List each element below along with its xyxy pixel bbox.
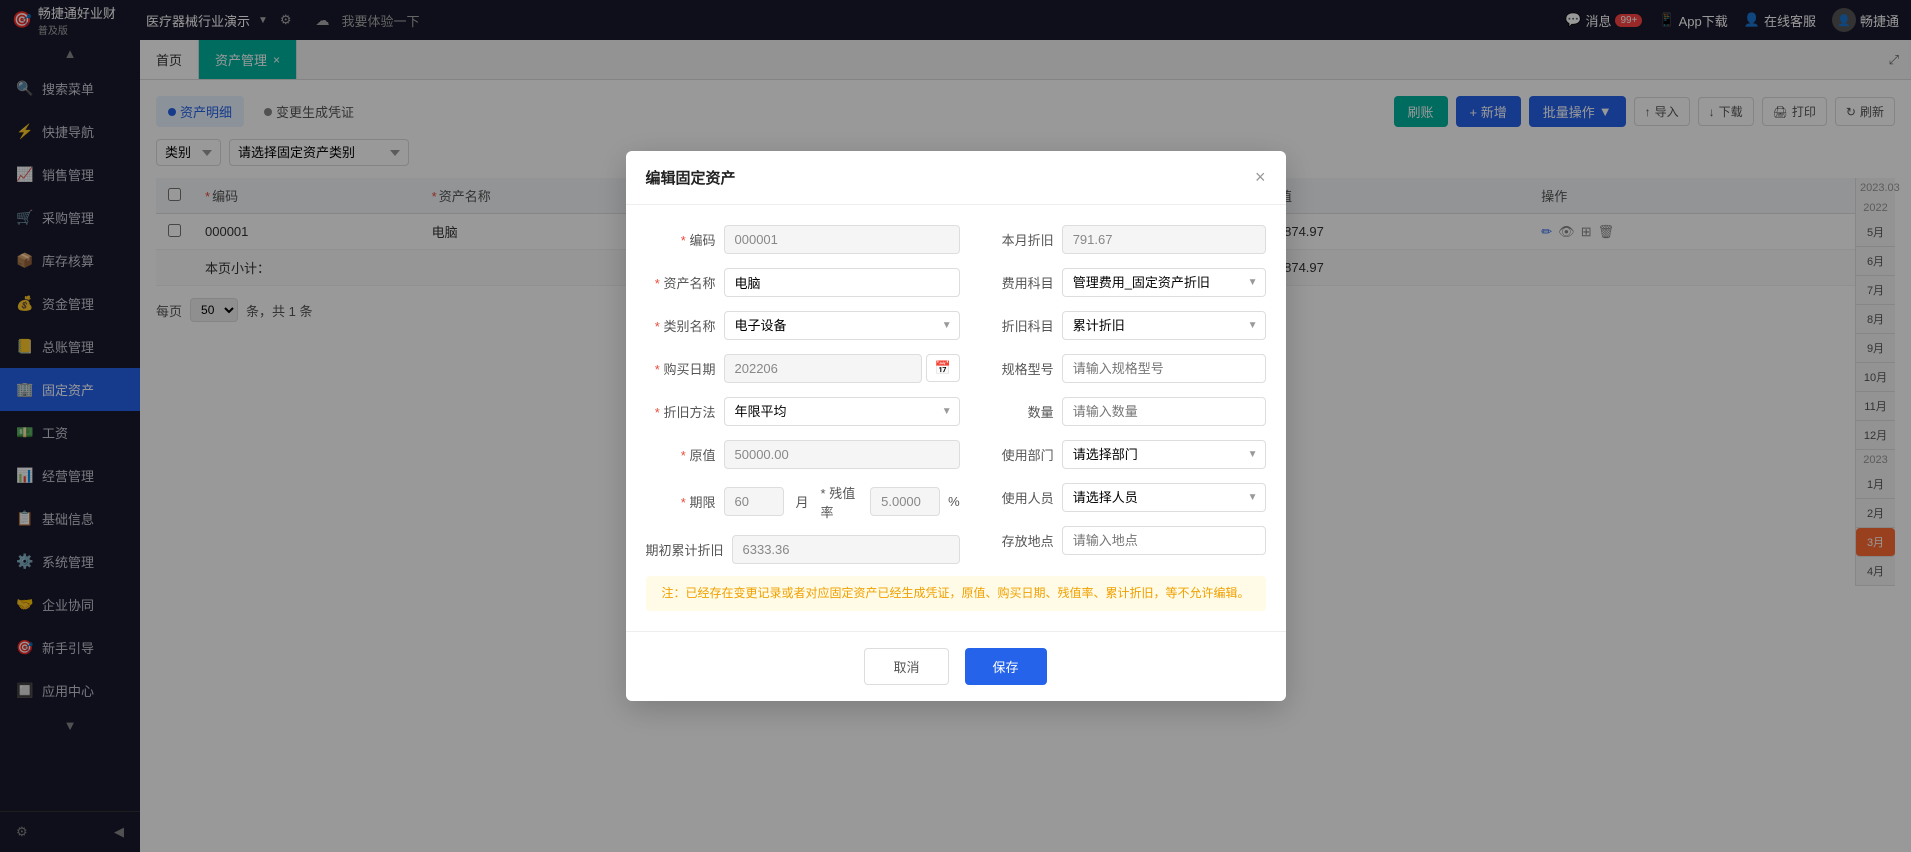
- location-label: 存放地点: [984, 531, 1054, 550]
- form-row-depreciation-account: 折旧科目 累计折旧 ▼: [984, 311, 1266, 340]
- modal-header: 编辑固定资产 ×: [626, 151, 1286, 205]
- user-select-wrap: 请选择人员 ▼: [1062, 483, 1266, 512]
- spec-model-label: 规格型号: [984, 359, 1054, 378]
- purchase-date-input[interactable]: [724, 354, 922, 383]
- residual-rate-label: * 残值率: [821, 483, 863, 521]
- purchase-date-row: 📅: [724, 354, 960, 383]
- depreciation-account-select-wrap: 累计折旧 ▼: [1062, 311, 1266, 340]
- form-row-period: * 期限 月 * 残值率 %: [646, 483, 960, 521]
- form-row-location: 存放地点: [984, 526, 1266, 555]
- purchase-date-label: * 购买日期: [646, 359, 716, 378]
- expense-account-label: 费用科目: [984, 273, 1054, 292]
- category-select-wrap: 电子设备 ▼: [724, 311, 960, 340]
- form-row-initial-accumulated: 期初累计折旧: [646, 535, 960, 564]
- form-row-category: * 类别名称 电子设备 ▼: [646, 311, 960, 340]
- category-select[interactable]: 电子设备: [724, 311, 960, 340]
- depreciation-method-label: * 折旧方法: [646, 402, 716, 421]
- residual-rate-input[interactable]: [870, 487, 940, 516]
- code-input[interactable]: [724, 225, 960, 254]
- form-row-monthly-depreciation: 本月折旧: [984, 225, 1266, 254]
- modal-footer: 取消 保存: [626, 631, 1286, 701]
- form-row-original-value: * 原值: [646, 440, 960, 469]
- form-row-department: 使用部门 请选择部门 ▼: [984, 440, 1266, 469]
- monthly-depreciation-label: 本月折旧: [984, 230, 1054, 249]
- edit-asset-modal: 编辑固定资产 × * 编码 * 资产名称: [626, 151, 1286, 701]
- quantity-label: 数量: [984, 402, 1054, 421]
- form-row-expense-account: 费用科目 管理费用_固定资产折旧 ▼: [984, 268, 1266, 297]
- original-value-input[interactable]: [724, 440, 960, 469]
- form-row-spec-model: 规格型号: [984, 354, 1266, 383]
- asset-name-label: * 资产名称: [646, 273, 716, 292]
- modal-title: 编辑固定资产: [646, 167, 736, 188]
- form-note: 注：已经存在变更记录或者对应固定资产已经生成凭证，原值、购买日期、残值率、累计折…: [646, 576, 1266, 611]
- depreciation-method-select[interactable]: 年限平均: [724, 397, 960, 426]
- form-grid: * 编码 * 资产名称 * 类别名称 电子设备: [646, 225, 1266, 564]
- department-select[interactable]: 请选择部门: [1062, 440, 1266, 469]
- form-row-quantity: 数量: [984, 397, 1266, 426]
- residual-rate-unit: %: [948, 494, 960, 509]
- form-right: 本月折旧 费用科目 管理费用_固定资产折旧 ▼: [984, 225, 1266, 564]
- modal-close-btn[interactable]: ×: [1255, 167, 1266, 188]
- calendar-icon[interactable]: 📅: [926, 354, 960, 382]
- form-row-asset-name: * 资产名称: [646, 268, 960, 297]
- expense-account-select-wrap: 管理费用_固定资产折旧 ▼: [1062, 268, 1266, 297]
- form-row-depreciation-method: * 折旧方法 年限平均 ▼: [646, 397, 960, 426]
- initial-accumulated-label: 期初累计折旧: [646, 540, 724, 559]
- department-label: 使用部门: [984, 445, 1054, 464]
- original-value-label: * 原值: [646, 445, 716, 464]
- initial-accumulated-input[interactable]: [732, 535, 960, 564]
- form-row-purchase-date: * 购买日期 📅: [646, 354, 960, 383]
- location-input[interactable]: [1062, 526, 1266, 555]
- code-label: * 编码: [646, 230, 716, 249]
- modal-body: * 编码 * 资产名称 * 类别名称 电子设备: [626, 205, 1286, 631]
- modal-overlay: 编辑固定资产 × * 编码 * 资产名称: [0, 0, 1911, 852]
- monthly-depreciation-input: [1062, 225, 1266, 254]
- period-unit: 月: [796, 492, 809, 511]
- depreciation-method-select-wrap: 年限平均 ▼: [724, 397, 960, 426]
- user-label: 使用人员: [984, 488, 1054, 507]
- form-row-user: 使用人员 请选择人员 ▼: [984, 483, 1266, 512]
- form-left: * 编码 * 资产名称 * 类别名称 电子设备: [646, 225, 960, 564]
- depreciation-account-select[interactable]: 累计折旧: [1062, 311, 1266, 340]
- period-label: * 期限: [646, 492, 716, 511]
- cancel-button[interactable]: 取消: [864, 648, 948, 685]
- depreciation-account-label: 折旧科目: [984, 316, 1054, 335]
- expense-account-select[interactable]: 管理费用_固定资产折旧: [1062, 268, 1266, 297]
- category-label: * 类别名称: [646, 316, 716, 335]
- department-select-wrap: 请选择部门 ▼: [1062, 440, 1266, 469]
- save-button[interactable]: 保存: [965, 648, 1047, 685]
- user-select[interactable]: 请选择人员: [1062, 483, 1266, 512]
- period-input[interactable]: [724, 487, 784, 516]
- spec-model-input[interactable]: [1062, 354, 1266, 383]
- asset-name-input[interactable]: [724, 268, 960, 297]
- form-row-code: * 编码: [646, 225, 960, 254]
- quantity-input[interactable]: [1062, 397, 1266, 426]
